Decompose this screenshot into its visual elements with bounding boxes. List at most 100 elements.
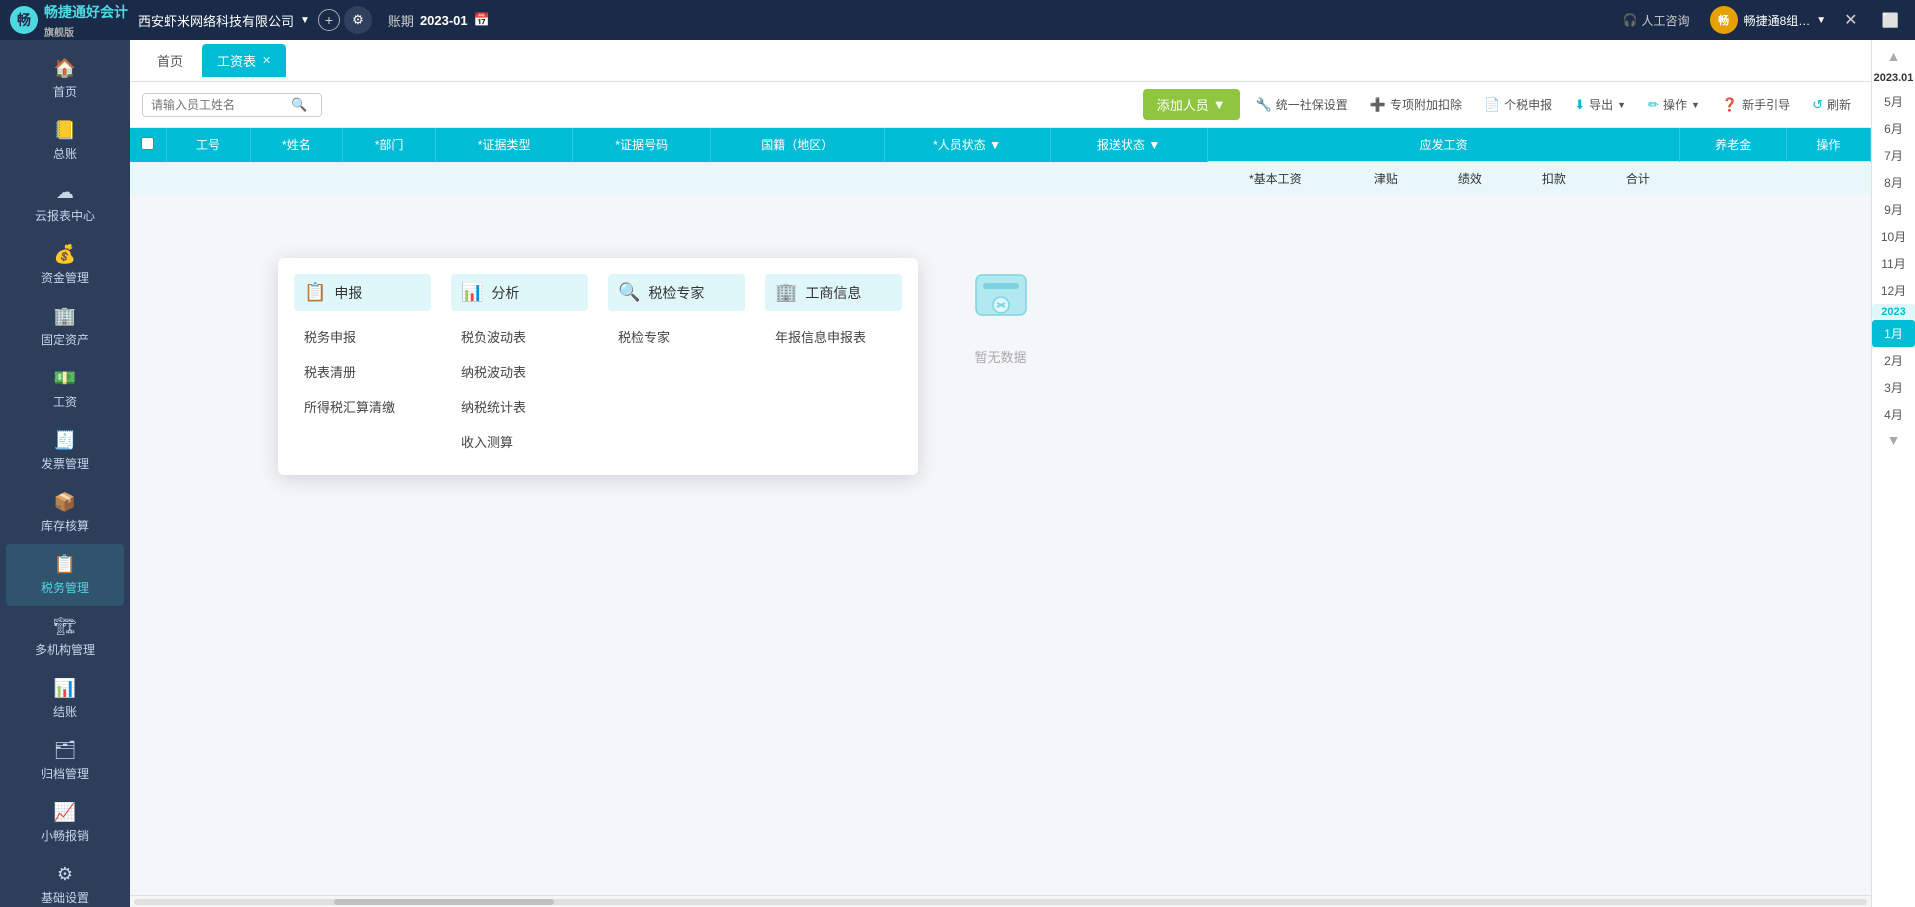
assets-icon: 🏢 [54,306,76,327]
window-restore-button[interactable]: ⬜ [1876,12,1905,29]
sidebar-item-home[interactable]: 🏠 首页 [6,48,124,110]
tax-declare-menu-item[interactable]: 税务申报 [294,319,431,354]
section-title-shenbo: 申报 [334,283,362,303]
month-10[interactable]: 10月 [1872,223,1915,250]
calendar-icon[interactable]: 📅 [474,12,490,28]
th-checkbox[interactable] [130,128,166,162]
tax-declare-btn[interactable]: 📄 个税申报 [1476,92,1560,117]
sidebar-label-home: 首页 [53,83,77,100]
month-9[interactable]: 9月 [1872,196,1915,223]
sidebar-item-tax[interactable]: 📋 税务管理 [6,544,124,606]
sidebar-item-inventory[interactable]: 📦 库存核算 [6,482,124,544]
month-8[interactable]: 8月 [1872,169,1915,196]
year-label-top: 2023.01 [1872,68,1915,88]
tax-stat-menu-item[interactable]: 纳税统计表 [451,389,588,424]
month-1[interactable]: 1月 [1872,320,1915,347]
sidebar-label-archive: 归档管理 [41,765,89,782]
th-empty [130,162,1207,196]
month-12[interactable]: 12月 [1872,277,1915,304]
select-all-checkbox[interactable] [141,137,154,150]
sidebar-label-report: 小畅报销 [41,827,89,844]
sidebar-item-settle[interactable]: 📊 结账 [6,668,124,730]
month-11[interactable]: 11月 [1872,250,1915,277]
tax-table-menu-item[interactable]: 税表清册 [294,354,431,389]
company-selector[interactable]: 西安虾米网络科技有限公司 ▼ [130,7,318,34]
data-table: 工号 *姓名 *部门 *证据类型 *证据号码 国籍（地区） *人员状态 ▼ 报送… [130,128,1871,195]
tab-wages[interactable]: 工资表 ✕ [202,44,286,77]
ledger-icon: 📒 [54,120,76,141]
social-setting-btn[interactable]: 🔧 统一社保设置 [1248,92,1356,117]
search-input[interactable] [151,98,291,112]
tax-pay-menu-item[interactable]: 纳税波动表 [451,354,588,389]
add-person-button[interactable]: 添加人员 ▼ [1143,89,1240,120]
income-calc2-menu-item[interactable]: 收入测算 [451,424,588,459]
th-report-status: 报送状态 ▼ [1050,128,1207,162]
dropdown-section-biz: 🏢 工商信息 年报信息申报表 [765,274,902,459]
scroll-thumb[interactable] [334,899,554,905]
archive-icon: 🗂 [54,740,77,761]
month-3[interactable]: 3月 [1872,374,1915,401]
sidebar-item-invoice[interactable]: 🧾 发票管理 [6,420,124,482]
add-person-arrow-icon: ▼ [1213,97,1226,112]
income-calc-menu-item[interactable]: 所得税汇算清缴 [294,389,431,424]
th-id: 工号 [166,128,250,162]
sidebar-item-base[interactable]: ⚙ 基础设置 [6,854,124,907]
window-close-button[interactable]: ✕ [1838,10,1863,30]
th-deduction: 扣款 [1512,162,1596,196]
special-label: 专项附加扣除 [1390,96,1462,113]
tab-close-icon[interactable]: ✕ [262,54,271,67]
sidebar-item-archive[interactable]: 🗂 归档管理 [6,730,124,792]
user-menu[interactable]: 畅 畅捷通8组… ▼ [1710,6,1827,34]
settings-icon: ⚙ [352,12,364,28]
section-title-analysis: 分析 [491,283,519,303]
th-status: *人员状态 ▼ [884,128,1050,162]
refresh-btn[interactable]: ↺ 刷新 [1804,92,1859,117]
top-bar: 畅 畅捷通好会计 旗舰版 西安虾米网络科技有限公司 ▼ + ⚙ 账期 2023-… [0,0,1915,40]
sidebar-label-base: 基础设置 [41,889,89,906]
sidebar-item-multi[interactable]: 🏗 多机构管理 [6,606,124,668]
settings-icon-btn[interactable]: ⚙ [344,6,372,34]
sidebar-label-invoice: 发票管理 [41,455,89,472]
content-area: 首页 工资表 ✕ 🔍 添加人员 ▼ 🔧 统一社保设置 [130,40,1871,907]
refresh-icon: ↺ [1812,97,1823,113]
operate-icon: ✏ [1648,97,1659,113]
sidebar-label-ledger: 总账 [53,145,77,162]
sidebar-item-ledger[interactable]: 📒 总账 [6,110,124,172]
help-btn[interactable]: 🎧 人工咨询 [1615,8,1698,33]
tab-bar: 首页 工资表 ✕ [130,40,1871,82]
tab-home[interactable]: 首页 [142,44,198,77]
th-wages-group: 应发工资 [1207,128,1680,162]
sidebar-item-finance[interactable]: 💰 资金管理 [6,234,124,296]
operate-btn[interactable]: ✏ 操作 ▼ [1640,92,1708,117]
annual-report-menu-item[interactable]: 年报信息申报表 [765,319,902,354]
logo-icon: 畅 [10,6,38,34]
month-5[interactable]: 5月 [1872,88,1915,115]
report-icon: 📈 [54,802,76,823]
social-label: 统一社保设置 [1276,96,1348,113]
right-nav-down-arrow[interactable]: ▼ [1883,428,1905,452]
month-7[interactable]: 7月 [1872,142,1915,169]
add-company-button[interactable]: + [318,9,340,31]
right-nav-up-arrow[interactable]: ▲ [1883,44,1905,68]
export-btn[interactable]: ⬇ 导出 ▼ [1566,92,1634,117]
sidebar-item-cloud[interactable]: ☁ 云报表中心 [6,172,124,234]
sidebar-item-assets[interactable]: 🏢 固定资产 [6,296,124,358]
th-pension: 养老金 [1680,128,1786,162]
chevron-down-icon: ▼ [300,15,310,26]
special-deduction-btn[interactable]: ➕ 专项附加扣除 [1362,92,1470,117]
new-guide-btn[interactable]: ❓ 新手引导 [1714,92,1798,117]
sidebar-item-report[interactable]: 📈 小畅报销 [6,792,124,854]
tax-expert-menu-item[interactable]: 税检专家 [608,319,745,354]
tax-burden-menu-item[interactable]: 税负波动表 [451,319,588,354]
sidebar-label-settle: 结账 [53,703,77,720]
th-total: 合计 [1596,162,1680,196]
month-2[interactable]: 2月 [1872,347,1915,374]
month-6[interactable]: 6月 [1872,115,1915,142]
cloud-icon: ☁ [56,182,74,203]
search-icon: 🔍 [291,97,307,113]
sidebar-item-wages[interactable]: 💵 工资 [6,358,124,420]
month-4[interactable]: 4月 [1872,401,1915,428]
bottom-scrollbar[interactable] [130,895,1871,907]
operate-label: 操作 [1663,96,1687,113]
export-icon: ⬇ [1574,97,1585,113]
